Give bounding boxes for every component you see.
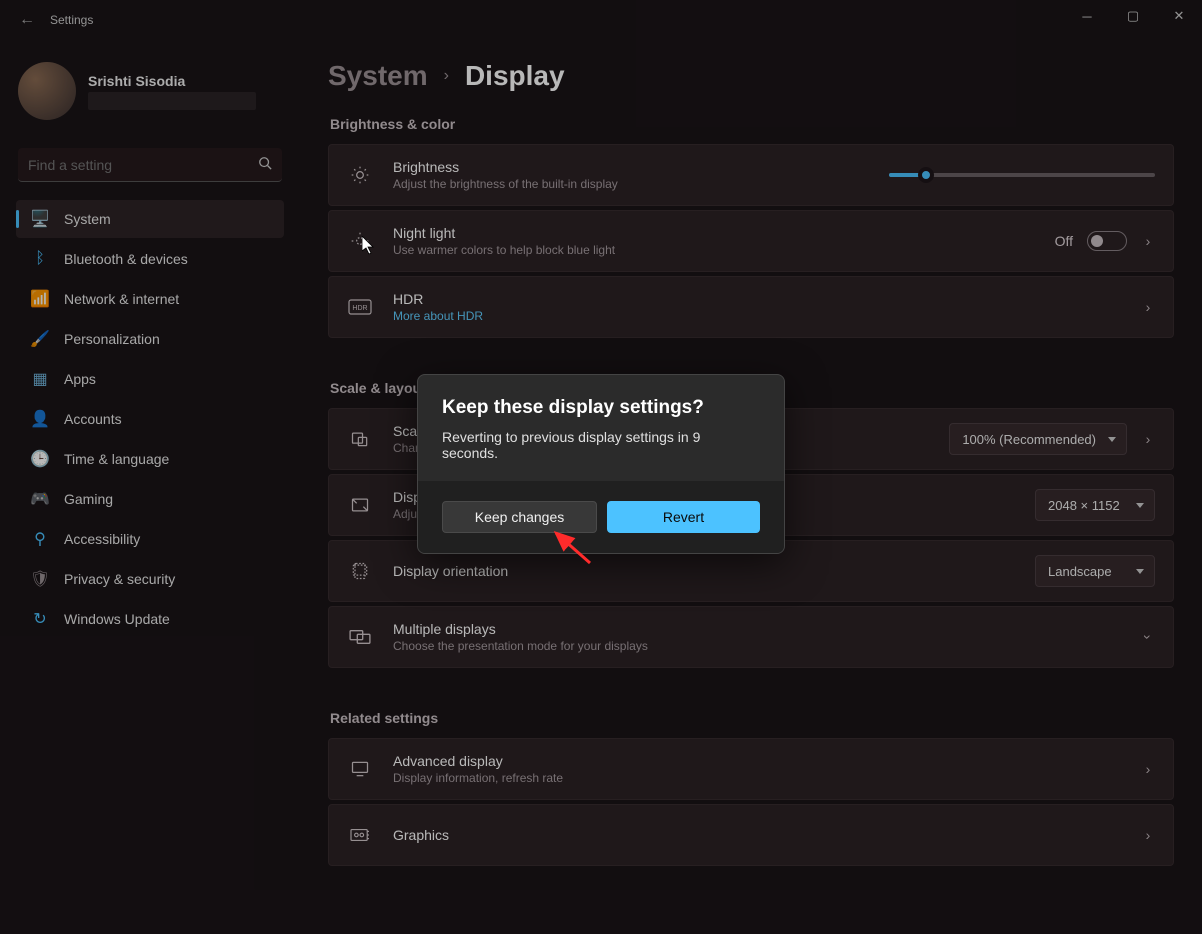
modal-overlay: Keep these display settings? Reverting t… [0, 0, 1202, 934]
revert-button[interactable]: Revert [607, 501, 760, 533]
display-settings-dialog: Keep these display settings? Reverting t… [417, 374, 785, 554]
keep-changes-button[interactable]: Keep changes [442, 501, 597, 533]
dialog-message: Reverting to previous display settings i… [442, 429, 760, 461]
dialog-title: Keep these display settings? [442, 397, 760, 419]
